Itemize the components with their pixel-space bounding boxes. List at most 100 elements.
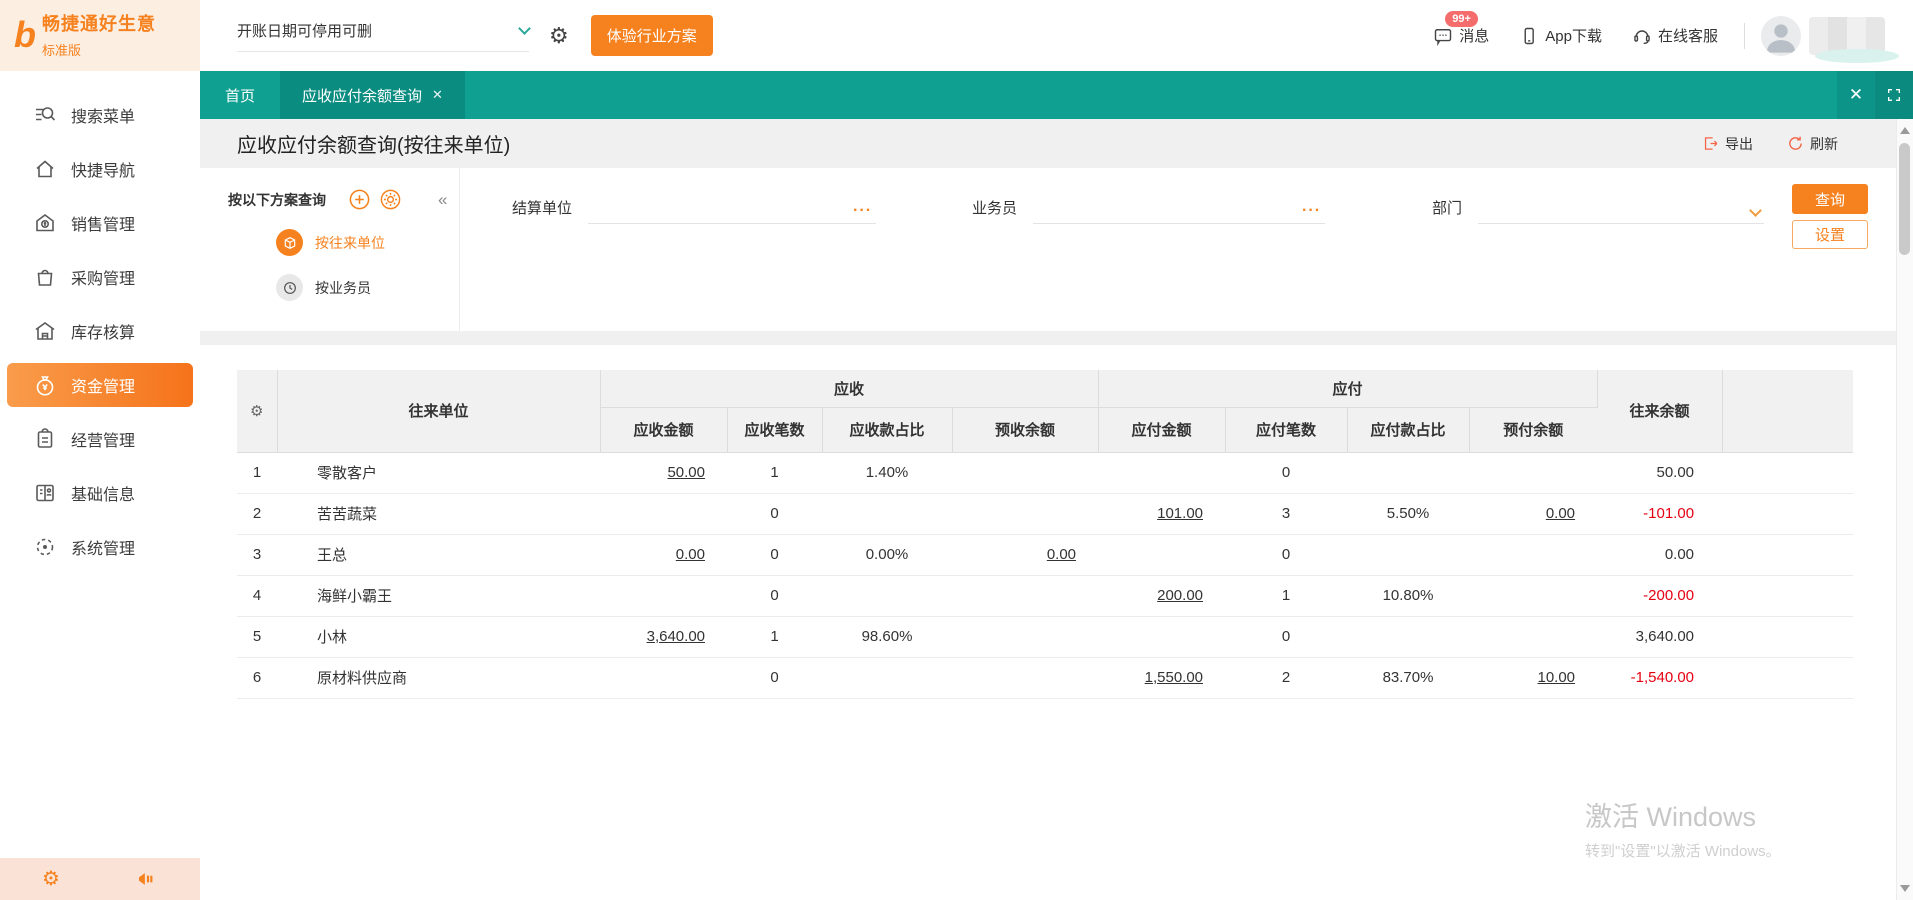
tab-close-icon[interactable]: ✕ — [432, 87, 443, 103]
value-cell — [1347, 452, 1470, 494]
sidebar-item-label: 快捷导航 — [71, 163, 136, 180]
scroll-down-arrow-icon[interactable] — [1900, 885, 1910, 892]
clock-icon — [276, 274, 303, 301]
fullscreen-button[interactable] — [1875, 71, 1913, 119]
query-button[interactable]: 查询 — [1792, 184, 1868, 214]
value-cell — [1469, 616, 1598, 658]
sidebar-item-sales[interactable]: 销售管理 — [7, 201, 193, 245]
table-card: ⚙ 往来单位 应收 应付 往来余额 应收金额 应收笔数 应收款占比 预收余额 应付金额应… — [200, 345, 1896, 900]
amount-link[interactable]: 0.00 — [1047, 546, 1076, 563]
scrollbar-thumb[interactable] — [1899, 143, 1910, 255]
avatar[interactable] — [1761, 15, 1801, 56]
field-label: 部门 — [1432, 200, 1463, 217]
account-set-select[interactable]: 开账日期可停用可删 — [237, 20, 531, 52]
value-cell — [822, 493, 952, 535]
partner-name: 苦苦蔬菜 — [277, 493, 600, 535]
amount-link[interactable]: 3,640.00 — [647, 628, 705, 645]
sidebar-item-search[interactable]: 搜索菜单 — [7, 93, 193, 137]
value-cell — [1347, 534, 1470, 576]
sidebar-item-purchase[interactable]: 采购管理 — [7, 255, 193, 299]
chat-bubble-icon — [1433, 26, 1453, 46]
home-icon — [33, 157, 57, 181]
value-cell: 0 — [727, 493, 822, 535]
settings-button[interactable]: 设置 — [1792, 220, 1868, 249]
sidebar-item-label: 库存核算 — [71, 325, 136, 342]
plan-settings-icon[interactable] — [379, 188, 402, 211]
sidebar-item-quicknav[interactable]: 快捷导航 — [7, 147, 193, 191]
department-select[interactable] — [1478, 196, 1765, 224]
row-index: 4 — [237, 575, 277, 617]
topbar: 开账日期可停用可删 ⚙ 体验行业方案 消息 99+ App下载 在线客服 — [200, 0, 1913, 71]
balance-table: ⚙ 往来单位 应收 应付 往来余额 应收金额 应收笔数 应收款占比 预收余额 应付金额应… — [237, 370, 1853, 699]
value-cell: 1.40% — [822, 452, 952, 494]
plan-item[interactable]: 按业务员 — [276, 274, 459, 301]
experience-plan-button[interactable]: 体验行业方案 — [590, 15, 713, 56]
field-department: 部门 — [1432, 196, 1765, 224]
sidebar-item-operation[interactable]: 经营管理 — [7, 417, 193, 461]
row-index: 3 — [237, 534, 277, 576]
support-label: 在线客服 — [1657, 28, 1718, 45]
value-cell: 0 — [1225, 616, 1348, 658]
amount-link[interactable]: 1,550.00 — [1145, 669, 1203, 686]
chevron-down-icon[interactable] — [1749, 204, 1762, 217]
balance-cell: -101.00 — [1597, 493, 1723, 535]
phone-icon — [1519, 26, 1539, 46]
value-cell: 0 — [727, 657, 822, 699]
sidebar-item-label: 经营管理 — [71, 433, 136, 450]
value-cell — [1098, 534, 1226, 576]
add-plan-icon[interactable] — [348, 188, 371, 211]
salesman-input[interactable]: ··· — [1033, 196, 1326, 224]
partner-name: 原材料供应商 — [277, 657, 600, 699]
amount-link[interactable]: 0.00 — [676, 546, 705, 563]
picker-dots-icon[interactable]: ··· — [1302, 203, 1321, 219]
row-index: 1 — [237, 452, 277, 494]
value-cell: 1 — [727, 616, 822, 658]
collapse-panel-icon[interactable]: « — [438, 190, 447, 210]
tab-active[interactable]: 应收应付余额查询 ✕ — [280, 71, 465, 119]
balance-cell: -200.00 — [1597, 575, 1723, 617]
value-cell — [952, 493, 1099, 535]
amount-link[interactable]: 10.00 — [1537, 669, 1575, 686]
collapse-sound-icon[interactable] — [134, 869, 154, 889]
amount-link[interactable]: 200.00 — [1157, 587, 1203, 604]
value-cell — [822, 575, 952, 617]
app-download-button[interactable]: App下载 — [1519, 25, 1602, 46]
app-download-label: App下载 — [1545, 28, 1602, 45]
amount-link[interactable]: 0.00 — [1546, 505, 1575, 522]
amount-link[interactable]: 50.00 — [667, 464, 705, 481]
settlement-unit-input[interactable]: ··· — [588, 196, 877, 224]
brand-name: 畅捷通好生意 — [42, 14, 156, 34]
value-cell — [1469, 534, 1598, 576]
brand-area: b 畅捷通好生意 标准版 — [0, 0, 200, 71]
sidebar-item-baseinfo[interactable]: 基础信息 — [7, 471, 193, 515]
scroll-up-arrow-icon[interactable] — [1900, 127, 1910, 134]
export-button[interactable]: 导出 — [1702, 134, 1753, 154]
close-all-tabs-button[interactable]: ✕ — [1837, 71, 1875, 119]
sidebar-item-funds[interactable]: 资金管理 — [7, 363, 193, 407]
account-set-value: 开账日期可停用可删 — [237, 22, 373, 40]
amount-link[interactable]: 101.00 — [1157, 505, 1203, 522]
refresh-button[interactable]: 刷新 — [1787, 134, 1838, 154]
sidebar-item-inventory[interactable]: 库存核算 — [7, 309, 193, 353]
plan-panel-title: 按以下方案查询 — [228, 191, 326, 208]
messages-button[interactable]: 消息 99+ — [1433, 11, 1489, 46]
sub-column-header: 预付余额 — [1469, 407, 1598, 453]
column-settings-gear-icon[interactable]: ⚙ — [250, 403, 263, 420]
support-button[interactable]: 在线客服 — [1632, 25, 1718, 46]
tab-home[interactable]: 首页 — [200, 71, 280, 119]
vertical-scrollbar[interactable] — [1896, 119, 1913, 900]
partner-name: 王总 — [277, 534, 600, 576]
settings-gear-icon[interactable]: ⚙ — [42, 869, 60, 889]
plan-item-label: 按业务员 — [315, 279, 371, 296]
field-salesman: 业务员 ··· — [972, 196, 1326, 224]
value-cell: 0 — [727, 534, 822, 576]
gear-icon[interactable]: ⚙ — [549, 24, 569, 47]
sidebar-item-system[interactable]: 系统管理 — [7, 525, 193, 569]
value-cell — [822, 657, 952, 699]
plan-item-label: 按往来单位 — [315, 234, 385, 251]
partner-name: 海鲜小霸王 — [277, 575, 600, 617]
picker-dots-icon[interactable]: ··· — [853, 203, 872, 219]
plan-item[interactable]: 按往来单位 — [276, 229, 459, 256]
value-cell: 200.00 — [1098, 575, 1226, 617]
query-plan-panel: 按以下方案查询 按往来单位按业务员 — [200, 168, 460, 331]
